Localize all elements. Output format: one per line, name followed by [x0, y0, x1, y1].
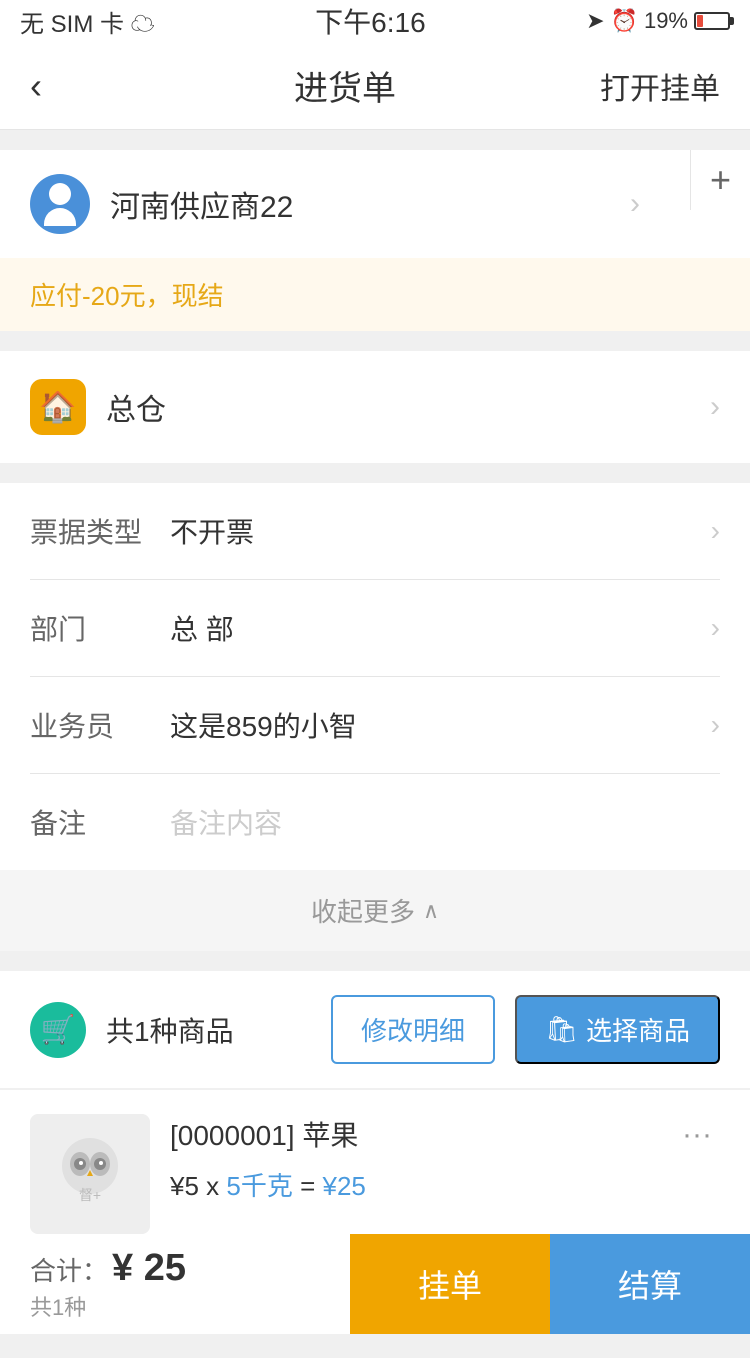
total-amount: ¥ 25	[112, 1247, 186, 1290]
total-price: ¥25	[323, 1171, 366, 1201]
product-item: 督+ [0000001] 苹果 ¥5 x 5千克 = ¥25 ···	[0, 1090, 750, 1258]
total-sub-label: 共1种	[30, 1290, 320, 1322]
hang-button[interactable]: 挂单	[350, 1234, 550, 1334]
chevron-ticket: ›	[711, 515, 720, 547]
page-title: 进货单	[294, 61, 396, 110]
select-product-label: 选择商品	[586, 1011, 690, 1048]
location-icon: ➤	[586, 8, 604, 34]
divider-3	[0, 951, 750, 971]
product-name: [0000001] 苹果	[170, 1114, 654, 1154]
unit-price: ¥5	[170, 1171, 199, 1201]
battery-icon	[694, 12, 730, 30]
multiply-sign: x	[206, 1171, 226, 1201]
chevron-right-icon-2: ›	[710, 390, 720, 424]
bottom-bar: 合计： ¥ 25 共1种 挂单 结算	[0, 1234, 750, 1334]
product-code: [0000001]	[170, 1120, 295, 1151]
collapse-label: 收起更多	[311, 892, 415, 929]
avatar-body	[44, 208, 76, 226]
supplier-row[interactable]: 河南供应商22 ›	[0, 150, 670, 258]
product-more-button[interactable]: ···	[674, 1114, 720, 1156]
form-value-ticket: 不开票	[170, 511, 711, 551]
form-row-department[interactable]: 部门 总 部 ›	[0, 580, 750, 676]
divider-2	[0, 463, 750, 483]
form-value-salesperson: 这是859的小智	[170, 705, 711, 745]
notice-bar: 应付-20元，现结	[0, 258, 750, 331]
open-hang-button[interactable]: 打开挂单	[600, 64, 720, 108]
form-value-department: 总 部	[170, 608, 711, 648]
add-supplier-button[interactable]: +	[690, 150, 750, 210]
modify-detail-button[interactable]: 修改明细	[331, 995, 495, 1064]
warehouse-section: 🏠 总仓 ›	[0, 351, 750, 463]
status-left: 无 SIM 卡 ☁	[20, 4, 155, 39]
product-thumbnail: 督+	[30, 1114, 150, 1234]
select-product-button[interactable]: 🛍 选择商品	[515, 995, 720, 1064]
svg-text:督+: 督+	[79, 1187, 101, 1203]
supplier-section: 河南供应商22 › + 应付-20元，现结	[0, 150, 750, 331]
divider-top	[0, 130, 750, 150]
form-section: 票据类型 不开票 › 部门 总 部 › 业务员 这是859的小智 › 备注 备注…	[0, 483, 750, 870]
status-bar: 无 SIM 卡 ☁ 下午6:16 ➤ ⏰ 19%	[0, 0, 750, 42]
collapse-arrow-icon: ∧	[423, 898, 439, 924]
product-apple: 苹果	[302, 1120, 358, 1151]
form-row-salesperson[interactable]: 业务员 这是859的小智 ›	[0, 677, 750, 773]
form-row-ticket[interactable]: 票据类型 不开票 ›	[0, 483, 750, 579]
status-time: 下午6:16	[315, 1, 426, 41]
warehouse-icon: 🏠	[30, 379, 86, 435]
product-header: 🛒 共1种商品 修改明细 🛍 选择商品	[0, 971, 750, 1088]
total-section: 合计： ¥ 25 共1种	[0, 1234, 350, 1334]
form-key-department: 部门	[30, 608, 170, 648]
product-section-icon: 🛒	[30, 1002, 86, 1058]
product-count: 共1种商品	[106, 1010, 311, 1050]
product-info: [0000001] 苹果 ¥5 x 5千克 = ¥25	[170, 1114, 654, 1203]
battery-percent: 19%	[644, 8, 688, 34]
divider-1	[0, 331, 750, 351]
status-right: ➤ ⏰ 19%	[586, 8, 730, 34]
chevron-department: ›	[711, 612, 720, 644]
chevron-right-icon: ›	[630, 187, 640, 221]
back-button[interactable]: ‹	[30, 65, 90, 107]
house-icon: 🏠	[39, 390, 76, 425]
form-key-salesperson: 业务员	[30, 705, 170, 745]
form-key-remark: 备注	[30, 802, 170, 842]
supplier-avatar	[30, 174, 90, 234]
supplier-name: 河南供应商22	[110, 182, 630, 226]
total-label: 合计：	[30, 1251, 108, 1288]
avatar-person-icon	[44, 183, 76, 226]
warehouse-row[interactable]: 🏠 总仓 ›	[0, 351, 750, 463]
checkout-button[interactable]: 结算	[550, 1234, 750, 1334]
select-cart-icon: 🛍	[545, 1014, 578, 1045]
quantity: 5千克	[226, 1171, 292, 1201]
chevron-salesperson: ›	[711, 709, 720, 741]
form-key-ticket: 票据类型	[30, 511, 170, 551]
cart-icon: 🛒	[41, 1013, 76, 1046]
form-value-remark-placeholder: 备注内容	[170, 802, 720, 842]
sim-text: 无 SIM 卡 ☁	[20, 4, 155, 39]
equals-sign: =	[300, 1171, 322, 1201]
avatar-head	[49, 183, 71, 205]
collapse-bar[interactable]: 收起更多 ∧	[0, 870, 750, 951]
nav-bar: ‹ 进货单 打开挂单	[0, 42, 750, 130]
product-thumb-owl-icon: 督+	[50, 1128, 130, 1220]
warehouse-name: 总仓	[106, 385, 710, 429]
form-row-remark[interactable]: 备注 备注内容	[0, 774, 750, 870]
product-price-row: ¥5 x 5千克 = ¥25	[170, 1166, 654, 1203]
alarm-icon: ⏰	[611, 8, 638, 34]
